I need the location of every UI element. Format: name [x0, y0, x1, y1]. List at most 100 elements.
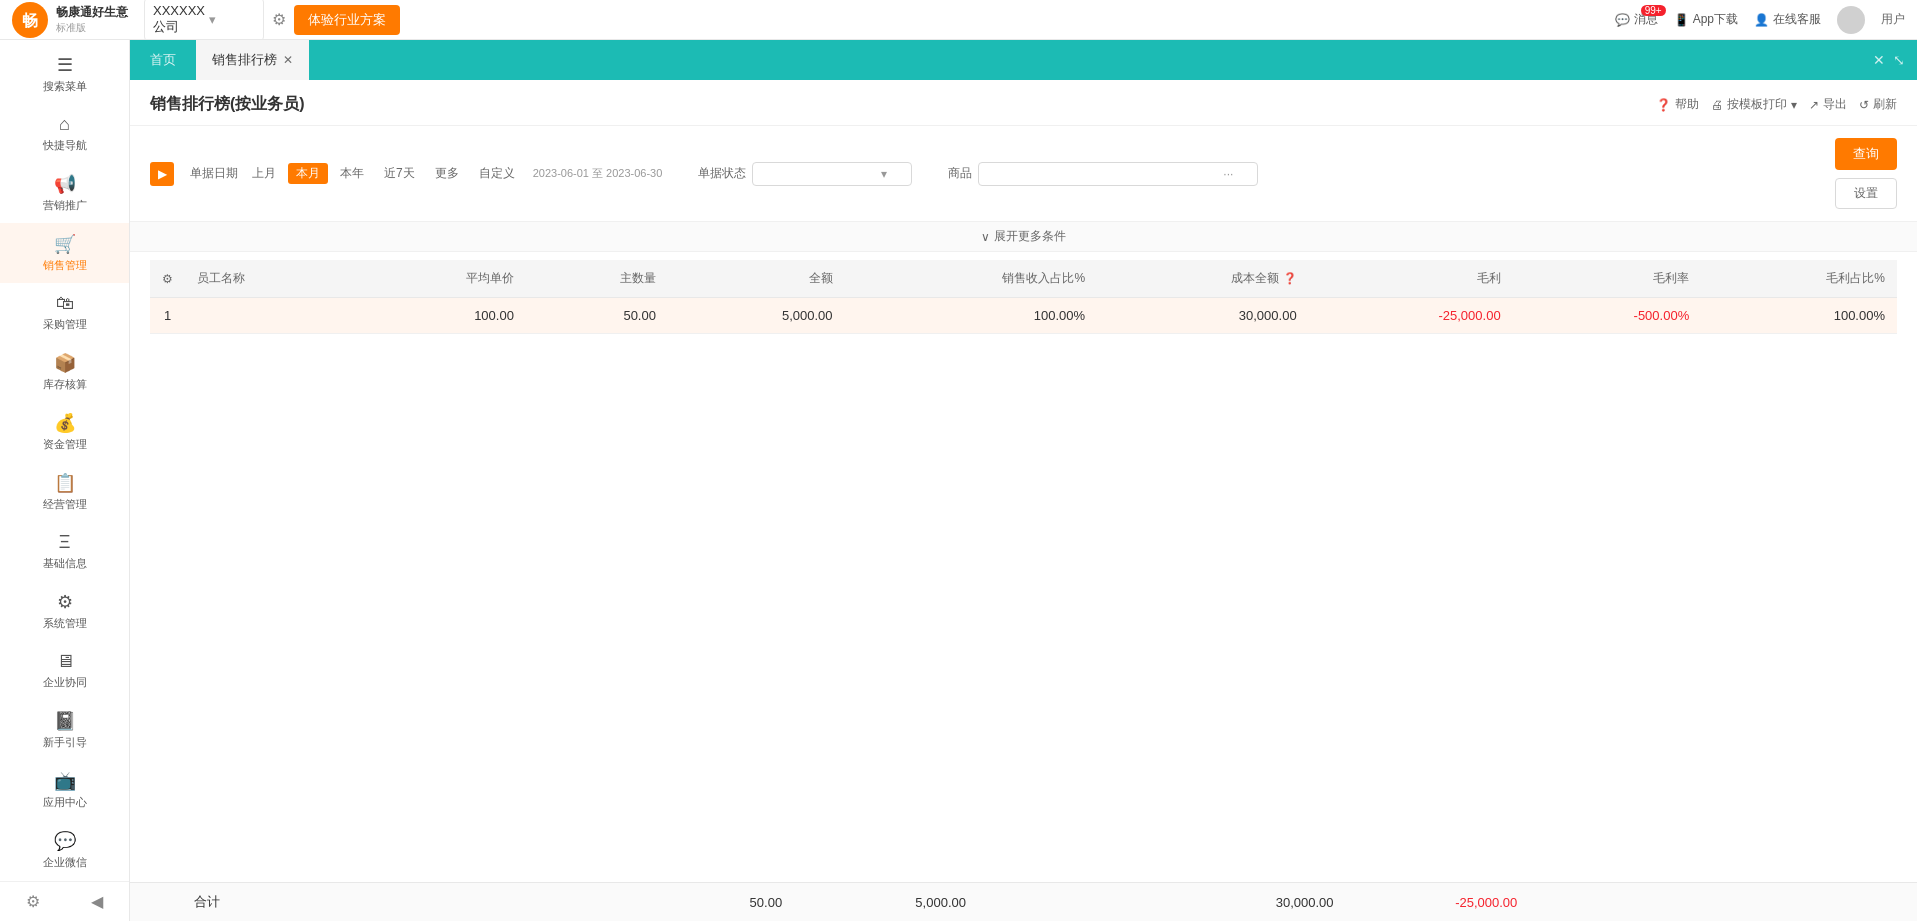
window-expand-icon[interactable]: ⤡: [1893, 52, 1905, 68]
basic-info-icon: Ξ: [59, 532, 71, 553]
avatar[interactable]: [1837, 6, 1865, 34]
service-icon: 👤: [1754, 13, 1769, 27]
table-footer: 合计 50.00 5,000.00 30,000.00 -25,000.00: [130, 882, 1917, 921]
date-tab-7days[interactable]: 近7天: [376, 163, 423, 184]
user-name: 用户: [1881, 11, 1905, 28]
cell-profit: -25,000.00: [1309, 298, 1513, 334]
footer-cost-amount: 30,000.00: [1150, 895, 1334, 910]
date-tab-current-year[interactable]: 本年: [332, 163, 372, 184]
sidebar-item-app-center[interactable]: 📺 应用中心: [0, 760, 129, 820]
settings-icon: ⚙: [162, 272, 173, 286]
app-logo: 畅: [12, 2, 48, 38]
print-icon: 🖨: [1711, 98, 1723, 112]
date-tab-custom[interactable]: 自定义: [471, 163, 523, 184]
purchase-mgmt-icon: 🛍: [56, 293, 74, 314]
col-settings[interactable]: ⚙: [150, 260, 185, 298]
app-center-icon: 📺: [54, 770, 76, 792]
cell-cost-amount: 30,000.00: [1097, 298, 1309, 334]
sidebar-item-purchase-mgmt[interactable]: 🛍 采购管理: [0, 283, 129, 342]
quick-nav-icon: ⌂: [59, 114, 70, 135]
enterprise-icon: 🖥: [56, 651, 74, 672]
sidebar-item-guide[interactable]: 📓 新手引导: [0, 700, 129, 760]
operations-icon: 📋: [54, 472, 76, 494]
goods-filter: 商品 ···: [948, 162, 1258, 186]
sidebar-item-finance[interactable]: 💰 资金管理: [0, 402, 129, 462]
sidebar-item-search-order[interactable]: ☰ 搜索菜单: [0, 44, 129, 104]
refresh-icon: ↺: [1859, 98, 1869, 112]
sales-mgmt-icon: 🛒: [54, 233, 76, 255]
trial-btn[interactable]: 体验行业方案: [294, 5, 400, 35]
message-btn[interactable]: 💬 消息 99+: [1615, 11, 1658, 28]
tab-home[interactable]: 首页: [130, 40, 196, 80]
refresh-btn[interactable]: ↺ 刷新: [1859, 96, 1897, 113]
company-name: XXXXXX公司: [153, 3, 205, 36]
date-range-text: 2023-06-01 至 2023-06-30: [533, 166, 663, 181]
sidebar-collapse-icon[interactable]: ◀: [91, 892, 103, 911]
sidebar-settings-icon[interactable]: ⚙: [26, 892, 40, 911]
export-icon: ↗: [1809, 98, 1819, 112]
expand-btn[interactable]: ∨ 展开更多条件: [981, 228, 1066, 245]
print-chevron-icon: ▾: [1791, 98, 1797, 112]
date-tab-current-month[interactable]: 本月: [288, 163, 328, 184]
svg-text:畅: 畅: [22, 12, 38, 29]
sidebar-item-inventory[interactable]: 📦 库存核算: [0, 342, 129, 402]
settings-btn[interactable]: 设置: [1835, 178, 1897, 209]
filter-toggle-btn[interactable]: ▶: [150, 162, 174, 186]
col-amount: 全额: [668, 260, 845, 298]
download-icon: 📱: [1674, 13, 1689, 27]
cell-quantity: 50.00: [526, 298, 668, 334]
app-download-btn[interactable]: 📱 App下载: [1674, 11, 1738, 28]
query-btn[interactable]: 查询: [1835, 138, 1897, 170]
date-tab-more[interactable]: 更多: [427, 163, 467, 184]
sidebar-item-marketing[interactable]: 📢 营销推广: [0, 163, 129, 223]
marketing-icon: 📢: [54, 173, 76, 195]
help-btn[interactable]: ❓ 帮助: [1656, 96, 1699, 113]
footer-profit: -25,000.00: [1334, 895, 1518, 910]
status-select[interactable]: ▾: [752, 162, 912, 186]
sidebar-item-quick-nav[interactable]: ⌂ 快捷导航: [0, 104, 129, 163]
sidebar-item-basic-info[interactable]: Ξ 基础信息: [0, 522, 129, 581]
gear-icon-top[interactable]: ⚙: [272, 10, 286, 29]
date-tab-prev-month[interactable]: 上月: [244, 163, 284, 184]
goods-more-icon[interactable]: ···: [1223, 167, 1233, 181]
col-name: 员工名称: [185, 260, 355, 298]
message-icon: 💬: [1615, 13, 1630, 27]
cell-rank: 1: [150, 298, 185, 334]
footer-amount: 5,000.00: [782, 895, 966, 910]
footer-label: 合计: [194, 893, 415, 911]
sidebar-item-wechat[interactable]: 💬 企业微信: [0, 820, 129, 880]
sidebar-item-enterprise[interactable]: 🖥 企业协同: [0, 641, 129, 700]
cell-amount: 5,000.00: [668, 298, 845, 334]
sales-rank-table: ⚙ 员工名称 平均单价 主数量 全额 销售收入占比% 成本全额 ❓: [150, 260, 1897, 334]
cell-avg-price: 100.00: [355, 298, 525, 334]
sidebar-item-sales-mgmt[interactable]: 🛒 销售管理: [0, 223, 129, 283]
sys-mgmt-icon: ⚙: [57, 591, 73, 613]
expand-down-icon: ∨: [981, 230, 990, 244]
cell-profit-rate: -500.00%: [1513, 298, 1702, 334]
online-service-btn[interactable]: 👤 在线客服: [1754, 11, 1821, 28]
tab-sales-rank[interactable]: 销售排行榜 ✕: [196, 40, 309, 80]
goods-select[interactable]: ···: [978, 162, 1258, 186]
sidebar-item-operations[interactable]: 📋 经营管理: [0, 462, 129, 522]
status-filter: 单据状态 ▾: [698, 162, 912, 186]
footer-quantity: 50.00: [598, 895, 782, 910]
guide-icon: 📓: [54, 710, 76, 732]
search-order-icon: ☰: [57, 54, 73, 76]
col-sales-ratio: 销售收入占比%: [845, 260, 1098, 298]
col-profit: 毛利: [1309, 260, 1513, 298]
template-print-btn[interactable]: 🖨 按模板打印 ▾: [1711, 96, 1797, 113]
page-title: 销售排行榜(按业务员): [150, 94, 305, 115]
chevron-down-icon: ▾: [209, 12, 255, 27]
col-quantity: 主数量: [526, 260, 668, 298]
message-badge: 99+: [1641, 5, 1666, 16]
sidebar-item-sys-mgmt[interactable]: ⚙ 系统管理: [0, 581, 129, 641]
tab-close-icon[interactable]: ✕: [283, 53, 293, 67]
filter-toggle-icon: ▶: [158, 167, 167, 181]
export-btn[interactable]: ↗ 导出: [1809, 96, 1847, 113]
cell-profit-ratio: 100.00%: [1701, 298, 1897, 334]
date-filter: 单据日期 上月 本月 本年 近7天 更多 自定义 2023-06-01 至 20…: [190, 163, 662, 184]
cost-help-icon[interactable]: ❓: [1283, 272, 1297, 284]
inventory-icon: 📦: [54, 352, 76, 374]
company-selector[interactable]: XXXXXX公司 ▾: [144, 0, 264, 41]
window-close-icon[interactable]: ✕: [1873, 52, 1885, 68]
